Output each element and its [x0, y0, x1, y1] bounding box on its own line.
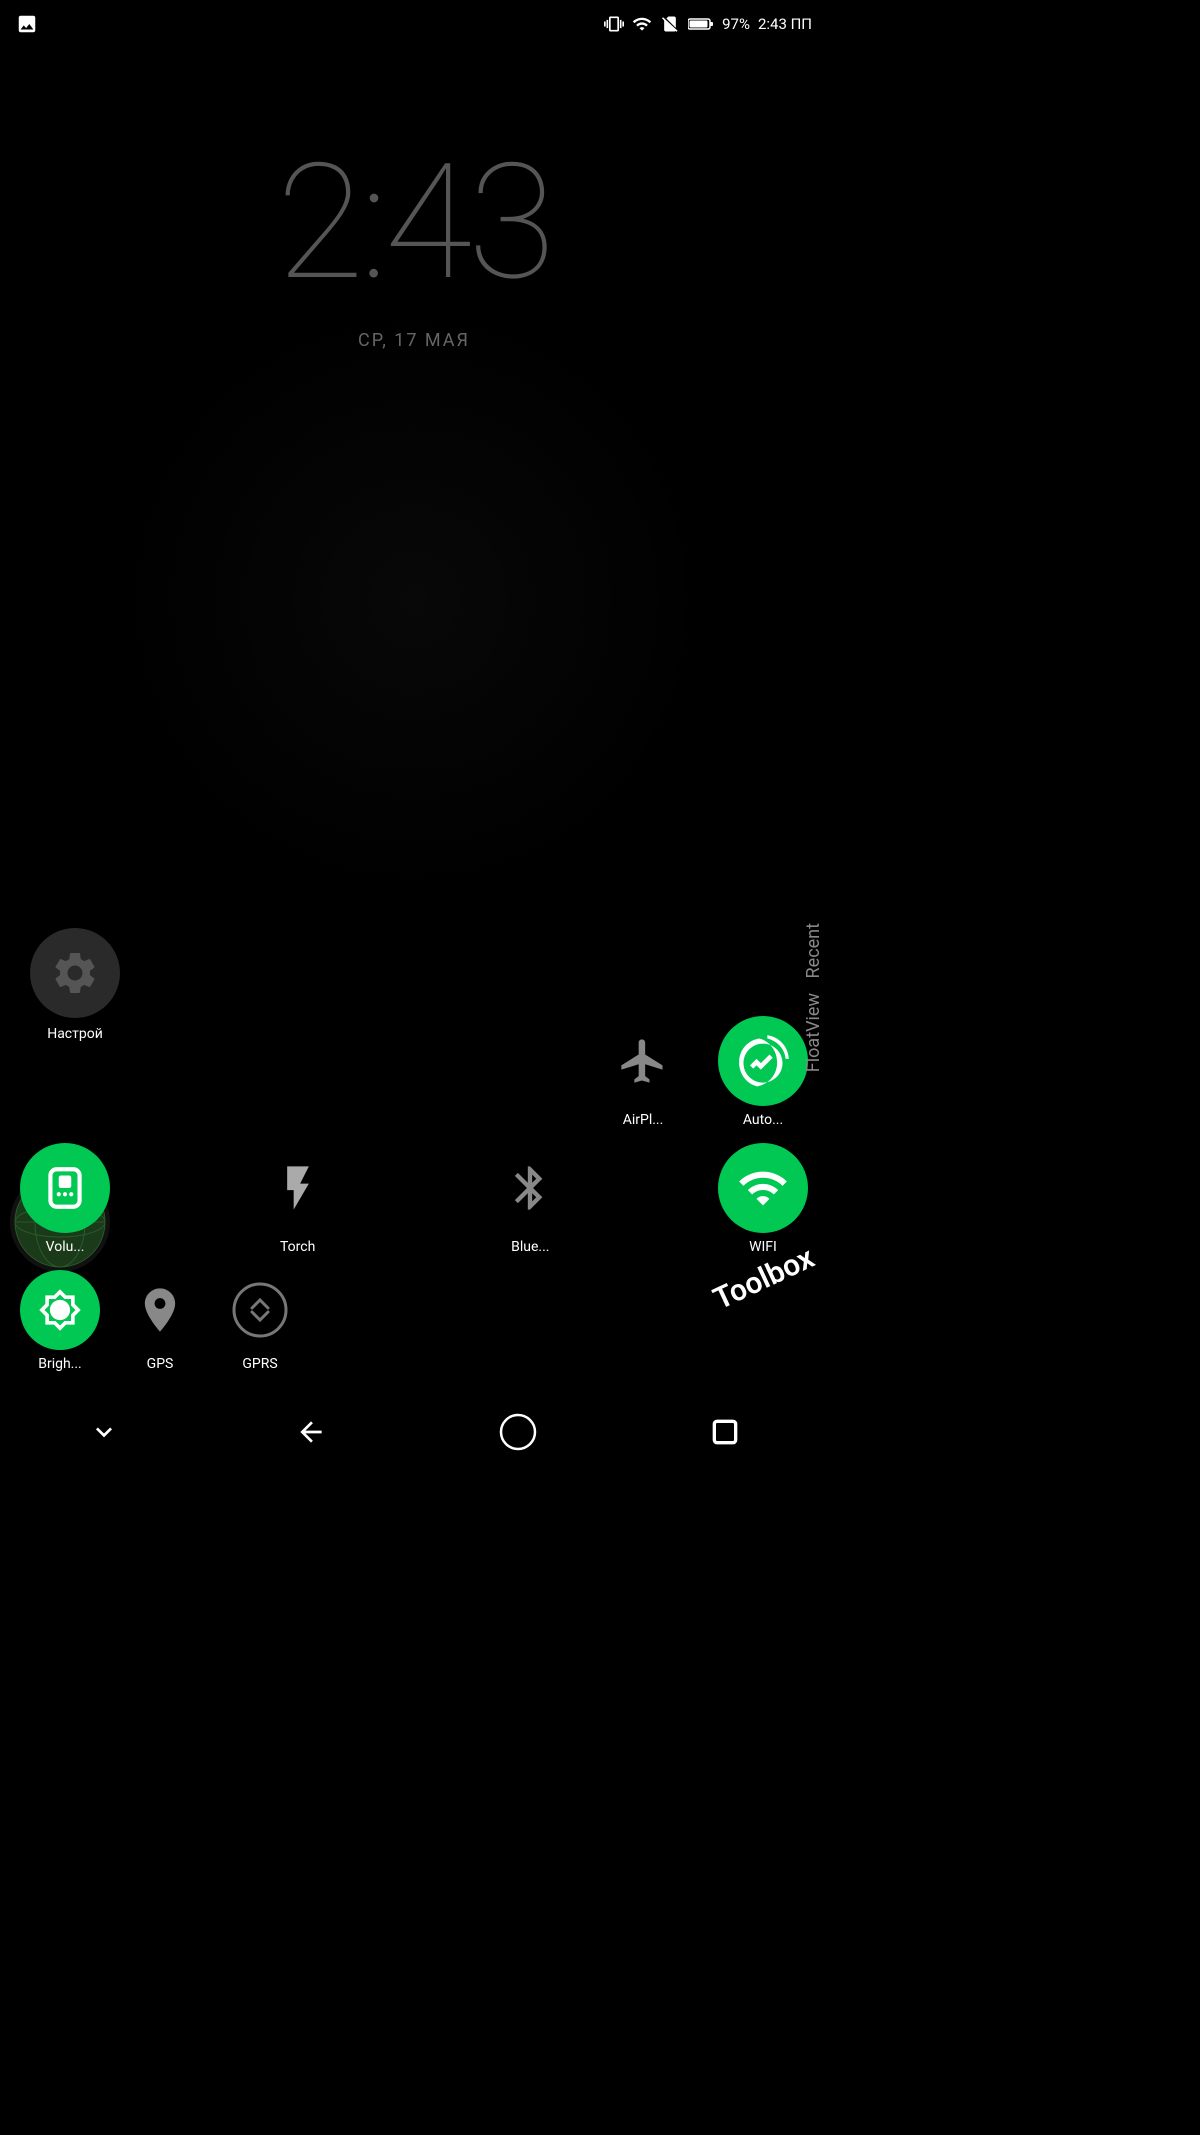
- nav-recents-button[interactable]: [695, 1402, 755, 1462]
- status-right-icons: 97% 2:43 ПП: [604, 14, 812, 34]
- airplane-label: AirPl...: [623, 1112, 664, 1128]
- wifi-status-icon: [632, 14, 652, 34]
- qs-row-2: Volu... Torch Blue...: [20, 1143, 808, 1255]
- torch-icon-wrap: [253, 1143, 343, 1233]
- brightness-icon: [38, 1288, 82, 1332]
- recent-label[interactable]: Recent: [803, 923, 824, 978]
- gprs-item[interactable]: GPRS: [220, 1270, 300, 1372]
- volume-icon-wrap: [20, 1143, 110, 1233]
- chevron-down-icon: [88, 1416, 120, 1448]
- brightness-icon-wrap: [20, 1270, 100, 1350]
- clock-status: 2:43 ПП: [758, 15, 812, 33]
- nav-down-button[interactable]: [74, 1402, 134, 1462]
- bluetooth-label: Blue...: [511, 1239, 549, 1255]
- torch-icon: [272, 1162, 324, 1214]
- wifi-icon: [737, 1162, 789, 1214]
- status-bar: 97% 2:43 ПП: [0, 0, 828, 48]
- qs-row-3: Brigh... GPS GPRS: [20, 1270, 808, 1372]
- volume-label: Volu...: [46, 1239, 85, 1255]
- recents-icon: [709, 1416, 741, 1448]
- battery-icon: [688, 14, 714, 34]
- gprs-icon: [230, 1280, 290, 1340]
- brightness-label: Brigh...: [38, 1356, 82, 1372]
- home-icon: [499, 1413, 537, 1451]
- quick-settings-area: AirPl... Auto...: [0, 1016, 828, 1382]
- airplane-icon: [617, 1035, 669, 1087]
- floatview-label[interactable]: FloatView: [803, 993, 824, 1072]
- gprs-icon-wrap: [220, 1270, 300, 1350]
- no-sim-icon: [660, 14, 680, 34]
- torch-label: Torch: [280, 1239, 315, 1255]
- toolbox-area[interactable]: Toolbox: [713, 1237, 828, 1272]
- autorotate-item[interactable]: Auto...: [718, 1016, 808, 1128]
- gps-icon-wrap: [120, 1270, 200, 1350]
- clock-date: СР, 17 МАЯ: [0, 330, 828, 351]
- back-icon: [295, 1416, 327, 1448]
- clock-display: 2:43: [0, 130, 828, 317]
- settings-icon-bg: [30, 928, 120, 1018]
- volume-icon: [40, 1163, 90, 1213]
- volume-item[interactable]: Volu...: [20, 1143, 110, 1255]
- torch-item[interactable]: Torch: [253, 1143, 343, 1255]
- battery-percent: 97%: [722, 15, 750, 33]
- status-left-icons: [16, 13, 38, 35]
- vibrate-icon: [604, 14, 624, 34]
- brightness-item[interactable]: Brigh...: [20, 1270, 100, 1372]
- bluetooth-icon: [504, 1162, 556, 1214]
- bluetooth-item[interactable]: Blue...: [485, 1143, 575, 1255]
- gprs-label: GPRS: [242, 1356, 277, 1372]
- settings-gear-icon: [50, 948, 100, 998]
- airplane-icon-wrap: [598, 1016, 688, 1106]
- gps-item[interactable]: GPS: [120, 1270, 200, 1372]
- gps-icon: [134, 1284, 186, 1336]
- gps-label: GPS: [147, 1356, 174, 1372]
- wifi-icon-wrap: [718, 1143, 808, 1233]
- autorotate-label: Auto...: [743, 1112, 783, 1128]
- bluetooth-icon-wrap: [485, 1143, 575, 1233]
- autorotate-icon-wrap: [718, 1016, 808, 1106]
- qs-row-1: AirPl... Auto...: [20, 1016, 808, 1128]
- nav-home-button[interactable]: [488, 1402, 548, 1462]
- nav-bar: [0, 1392, 828, 1472]
- nav-back-button[interactable]: [281, 1402, 341, 1462]
- right-labels: Recent FloatView: [803, 923, 828, 1072]
- airplane-item[interactable]: AirPl...: [598, 1016, 688, 1128]
- photo-icon: [16, 13, 38, 35]
- autorotate-icon: [737, 1035, 789, 1087]
